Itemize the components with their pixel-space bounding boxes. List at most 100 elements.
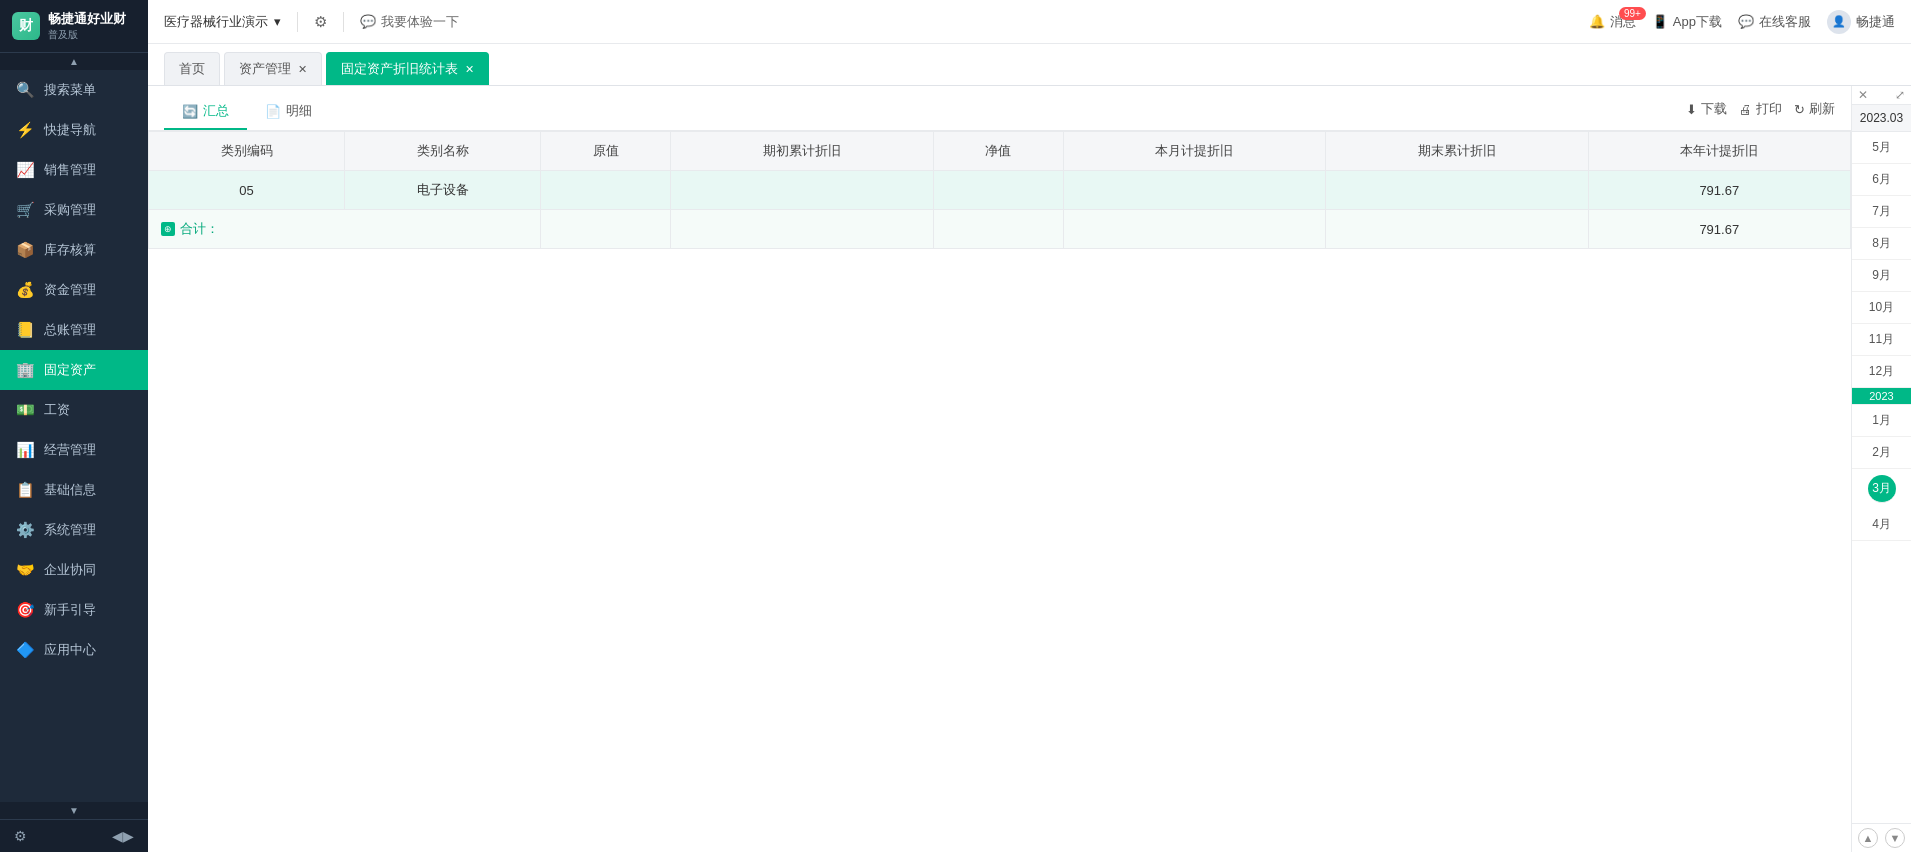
sidebar-item-inventory[interactable]: 📦 库存核算 (0, 230, 148, 270)
sidebar-item-label: 资金管理 (44, 281, 96, 299)
tab-depreciation-table[interactable]: 固定资产折旧统计表 ✕ (326, 52, 489, 85)
sidebar-item-ledger[interactable]: 📒 总账管理 (0, 310, 148, 350)
print-label: 打印 (1756, 100, 1782, 118)
sidebar-item-quick-nav[interactable]: ⚡ 快捷导航 (0, 110, 148, 150)
quick-nav-icon: ⚡ (16, 121, 34, 139)
experience-button[interactable]: 💬 我要体验一下 (360, 13, 459, 31)
main-area: 医疗器械行业演示 ▾ ⚙ 💬 我要体验一下 🔔 消息 99+ 📱 App下载 💬… (148, 0, 1911, 852)
date-panel-controls: ✕ ⤢ (1852, 86, 1911, 105)
topbar-divider1 (297, 12, 298, 32)
cell-end-depreciation (1326, 171, 1588, 210)
date-down-btn[interactable]: ▼ (1885, 828, 1905, 848)
col-code: 类别编码 (149, 132, 345, 171)
col-end-depreciation: 期末累计折旧 (1326, 132, 1588, 171)
cell-name: 电子设备 (345, 171, 541, 210)
topbar-divider2 (343, 12, 344, 32)
date-item-3[interactable]: 3月 (1868, 475, 1896, 503)
date-panel-list: 5月 6月 7月 8月 9月 10月 11月 12月 2023 1月 2月 3月… (1852, 132, 1911, 823)
online-service-icon: 💬 (1738, 14, 1754, 29)
tab-asset-mgmt-label: 资产管理 (239, 60, 291, 78)
tab-home-label: 首页 (179, 60, 205, 78)
tab-asset-mgmt[interactable]: 资产管理 ✕ (224, 52, 322, 85)
app-logo: 财 畅捷通好业财 普及版 (0, 0, 148, 53)
cell-original-value (541, 171, 671, 210)
date-item-7[interactable]: 7月 (1852, 196, 1911, 228)
message-button[interactable]: 🔔 消息 99+ (1589, 13, 1636, 31)
table-row: 05 电子设备 791.67 (149, 171, 1851, 210)
subtotal-end-depreciation (1326, 210, 1588, 249)
subtotal-original-value (541, 210, 671, 249)
date-item-12[interactable]: 12月 (1852, 356, 1911, 388)
topbar-settings-icon[interactable]: ⚙ (314, 13, 327, 31)
online-service-label: 在线客服 (1759, 13, 1811, 31)
cell-initial-depreciation (671, 171, 933, 210)
user-menu[interactable]: 👤 畅捷通 (1827, 10, 1895, 34)
tab-depreciation-label: 固定资产折旧统计表 (341, 60, 458, 78)
date-panel: ✕ ⤢ 2023.03 5月 6月 7月 8月 9月 10月 11月 12月 2… (1851, 86, 1911, 852)
operations-icon: 📊 (16, 441, 34, 459)
sidebar: 财 畅捷通好业财 普及版 ▲ 🔍 搜索菜单 ⚡ 快捷导航 📈 销售管理 🛒 采购… (0, 0, 148, 852)
user-avatar: 👤 (1827, 10, 1851, 34)
sidebar-item-fixed-assets[interactable]: 🏢 固定资产 (0, 350, 148, 390)
topbar-right: 🔔 消息 99+ 📱 App下载 💬 在线客服 👤 畅捷通 (1589, 10, 1895, 34)
date-item-9[interactable]: 9月 (1852, 260, 1911, 292)
sub-tab-summary[interactable]: 🔄 汇总 (164, 94, 247, 130)
date-item-5[interactable]: 5月 (1852, 132, 1911, 164)
refresh-button[interactable]: ↻ 刷新 (1794, 100, 1835, 118)
sidebar-item-app-center[interactable]: 🔷 应用中心 (0, 630, 148, 670)
tab-asset-mgmt-close[interactable]: ✕ (298, 63, 307, 76)
sidebar-item-label: 采购管理 (44, 201, 96, 219)
date-panel-expand-btn[interactable]: ⤢ (1895, 88, 1905, 102)
inventory-icon: 📦 (16, 241, 34, 259)
print-button[interactable]: 🖨 打印 (1739, 100, 1782, 118)
tab-home[interactable]: 首页 (164, 52, 220, 85)
download-button[interactable]: ⬇ 下载 (1686, 100, 1727, 118)
content-wrapper: 🔄 汇总 📄 明细 ⬇ 下载 🖨 打印 (148, 86, 1911, 852)
payroll-icon: 💵 (16, 401, 34, 419)
sidebar-item-payroll[interactable]: 💵 工资 (0, 390, 148, 430)
date-item-6[interactable]: 6月 (1852, 164, 1911, 196)
sidebar-item-system[interactable]: ⚙️ 系统管理 (0, 510, 148, 550)
download-icon: ⬇ (1686, 102, 1697, 117)
sidebar-item-basic-info[interactable]: 📋 基础信息 (0, 470, 148, 510)
logo-text-container: 畅捷通好业财 普及版 (48, 10, 126, 42)
sidebar-item-search[interactable]: 🔍 搜索菜单 (0, 70, 148, 110)
app-download-button[interactable]: 📱 App下载 (1652, 13, 1722, 31)
date-item-4[interactable]: 4月 (1852, 509, 1911, 541)
sidebar-item-purchase[interactable]: 🛒 采购管理 (0, 190, 148, 230)
sidebar-item-sales[interactable]: 📈 销售管理 (0, 150, 148, 190)
date-item-2[interactable]: 2月 (1852, 437, 1911, 469)
date-panel-footer: ▲ ▼ (1852, 823, 1911, 852)
sidebar-item-company-collab[interactable]: 🤝 企业协同 (0, 550, 148, 590)
date-panel-close-btn[interactable]: ✕ (1858, 88, 1868, 102)
date-item-10[interactable]: 10月 (1852, 292, 1911, 324)
sidebar-scroll-down[interactable]: ▼ (0, 802, 148, 819)
sidebar-item-label: 应用中心 (44, 641, 96, 659)
company-collab-icon: 🤝 (16, 561, 34, 579)
sidebar-item-finance[interactable]: 💰 资金管理 (0, 270, 148, 310)
sidebar-item-label: 销售管理 (44, 161, 96, 179)
date-up-btn[interactable]: ▲ (1858, 828, 1878, 848)
sidebar-scroll-up[interactable]: ▲ (0, 53, 148, 70)
message-badge: 99+ (1619, 7, 1646, 20)
tabbar: 首页 资产管理 ✕ 固定资产折旧统计表 ✕ (148, 44, 1911, 86)
tab-depreciation-close[interactable]: ✕ (465, 63, 474, 76)
sidebar-settings-button[interactable]: ⚙ (14, 828, 27, 844)
depreciation-table: 类别编码 类别名称 原值 期初累计折旧 净值 本月计提折旧 期末累计折旧 本年计… (148, 131, 1851, 249)
cell-code: 05 (149, 171, 345, 210)
date-item-1[interactable]: 1月 (1852, 405, 1911, 437)
sales-icon: 📈 (16, 161, 34, 179)
sidebar-collapse-button[interactable]: ◀▶ (112, 828, 134, 844)
sidebar-item-label: 搜索菜单 (44, 81, 96, 99)
date-item-11[interactable]: 11月 (1852, 324, 1911, 356)
subtotal-text: 合计： (180, 220, 219, 238)
company-selector[interactable]: 医疗器械行业演示 ▾ (164, 13, 281, 31)
sub-tab-detail[interactable]: 📄 明细 (247, 94, 330, 130)
sidebar-bottom: ⚙ ◀▶ (0, 819, 148, 852)
online-service-button[interactable]: 💬 在线客服 (1738, 13, 1811, 31)
logo-title: 畅捷通好业财 (48, 10, 126, 28)
company-dropdown-icon: ▾ (274, 14, 281, 29)
sidebar-item-operations[interactable]: 📊 经营管理 (0, 430, 148, 470)
sidebar-item-guide[interactable]: 🎯 新手引导 (0, 590, 148, 630)
date-item-8[interactable]: 8月 (1852, 228, 1911, 260)
